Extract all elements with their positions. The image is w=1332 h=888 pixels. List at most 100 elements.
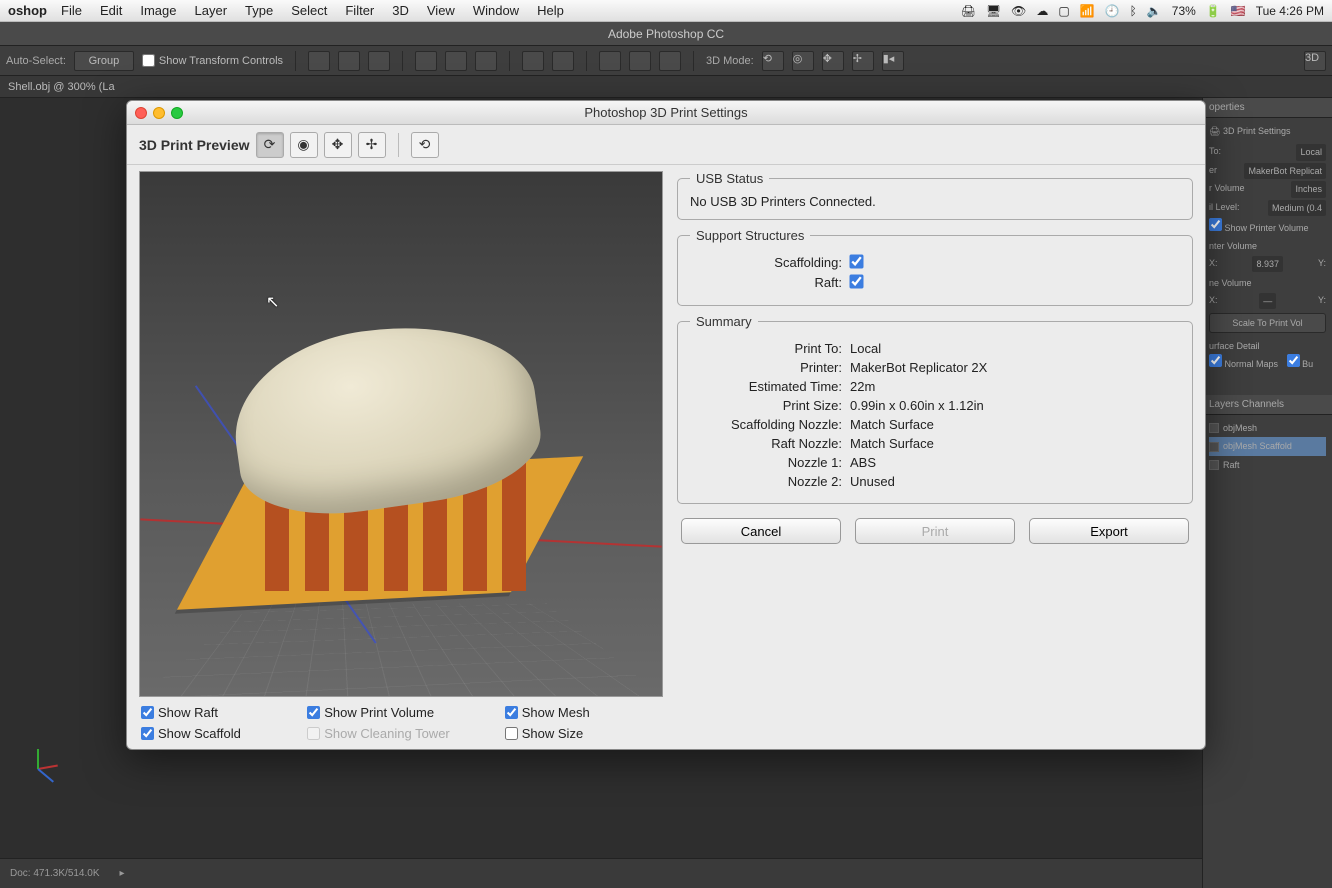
- show-print-volume-checkbox[interactable]: Show Print Volume: [307, 705, 495, 720]
- menu-layer[interactable]: Layer: [195, 3, 228, 18]
- layers-tab[interactable]: Layers Channels: [1203, 395, 1332, 415]
- distribute-btn-3[interactable]: [599, 51, 621, 71]
- menu-file[interactable]: File: [61, 3, 82, 18]
- dialog-title: Photoshop 3D Print Settings: [127, 105, 1205, 120]
- raft-label: Raft:: [690, 275, 850, 291]
- layer-row[interactable]: objMesh Scaffold: [1209, 437, 1326, 455]
- mac-menubar: oshop File Edit Image Layer Type Select …: [0, 0, 1332, 22]
- bump-checkbox[interactable]: Bu: [1287, 359, 1314, 369]
- distribute-btn-5[interactable]: [659, 51, 681, 71]
- menu-help[interactable]: Help: [537, 3, 564, 18]
- battery-pct: 73%: [1172, 4, 1196, 18]
- roll-tool-icon[interactable]: ◉: [290, 132, 318, 158]
- summary-key: Print Size:: [690, 398, 850, 413]
- summary-group: Summary Print To:LocalPrinter:MakerBot R…: [677, 314, 1193, 504]
- show-mesh-checkbox[interactable]: Show Mesh: [505, 705, 661, 720]
- scene-volume-label: ne Volume: [1209, 276, 1326, 290]
- x2-value[interactable]: —: [1259, 293, 1276, 309]
- 3d-orbit-icon[interactable]: ⟲: [762, 51, 784, 71]
- 3d-slide-icon[interactable]: ✢: [852, 51, 874, 71]
- x-label: X:: [1209, 256, 1218, 272]
- menu-type[interactable]: Type: [245, 3, 273, 18]
- show-raft-checkbox[interactable]: Show Raft: [141, 705, 297, 720]
- reset-view-icon[interactable]: ⟲: [411, 132, 439, 158]
- orbit-tool-icon[interactable]: ⟳: [256, 132, 284, 158]
- 3d-zoom-icon[interactable]: ▮◂: [882, 51, 904, 71]
- flag-icon[interactable]: 🇺🇸: [1231, 4, 1246, 18]
- clock[interactable]: Tue 4:26 PM: [1256, 4, 1324, 18]
- layer-row[interactable]: Raft: [1209, 456, 1326, 474]
- pan-tool-icon[interactable]: ✥: [324, 132, 352, 158]
- align-btn-2[interactable]: [338, 51, 360, 71]
- properties-tab[interactable]: operties: [1203, 98, 1332, 118]
- menu-select[interactable]: Select: [291, 3, 327, 18]
- menu-edit[interactable]: Edit: [100, 3, 122, 18]
- volume-value[interactable]: Inches: [1291, 181, 1326, 197]
- 3d-preview-viewport[interactable]: ↖: [139, 171, 663, 697]
- menu-3d[interactable]: 3D: [392, 3, 409, 18]
- distribute-btn-4[interactable]: [629, 51, 651, 71]
- raft-checkbox[interactable]: [849, 274, 863, 288]
- eye-icon[interactable]: 👁: [1011, 4, 1026, 18]
- distribute-btn-1[interactable]: [522, 51, 544, 71]
- printer-value[interactable]: MakerBot Replicat: [1244, 163, 1326, 179]
- export-button[interactable]: Export: [1029, 518, 1189, 544]
- summary-key: Scaffolding Nozzle:: [690, 417, 850, 432]
- show-transform-checkbox[interactable]: Show Transform Controls: [142, 54, 283, 67]
- visibility-icon[interactable]: [1209, 423, 1219, 433]
- printer-icon[interactable]: 🖨: [961, 4, 976, 18]
- normal-maps-checkbox[interactable]: Normal Maps: [1209, 359, 1278, 369]
- slide-tool-icon[interactable]: ✢: [358, 132, 386, 158]
- scaffolding-checkbox[interactable]: [849, 254, 863, 268]
- show-scaffold-checkbox[interactable]: Show Scaffold: [141, 726, 297, 741]
- volume-icon[interactable]: 🔈: [1147, 4, 1162, 18]
- sync-icon[interactable]: ☁: [1036, 4, 1048, 18]
- align-btn-6[interactable]: [475, 51, 497, 71]
- menu-window[interactable]: Window: [473, 3, 519, 18]
- summary-legend: Summary: [690, 314, 758, 329]
- align-btn-4[interactable]: [415, 51, 437, 71]
- cancel-button[interactable]: Cancel: [681, 518, 841, 544]
- summary-key: Nozzle 1:: [690, 455, 850, 470]
- layer-row[interactable]: objMesh: [1209, 419, 1326, 437]
- print-to-value[interactable]: Local: [1296, 144, 1326, 160]
- summary-value: Match Surface: [850, 417, 1180, 432]
- timemachine-icon[interactable]: 🕘: [1105, 4, 1120, 18]
- close-icon[interactable]: [135, 107, 147, 119]
- summary-value: Local: [850, 341, 1180, 356]
- visibility-icon[interactable]: [1209, 460, 1219, 470]
- airplay-icon[interactable]: ▢: [1058, 4, 1069, 18]
- 3d-pan-icon[interactable]: ✥: [822, 51, 844, 71]
- distribute-btn-2[interactable]: [552, 51, 574, 71]
- summary-key: Print To:: [690, 341, 850, 356]
- menu-filter[interactable]: Filter: [345, 3, 374, 18]
- summary-value: Unused: [850, 474, 1180, 489]
- 3d-badge[interactable]: 3D: [1304, 51, 1326, 71]
- minimize-icon[interactable]: [153, 107, 165, 119]
- status-arrow-icon[interactable]: ▸: [120, 868, 125, 879]
- align-btn-5[interactable]: [445, 51, 467, 71]
- grid-floor: [140, 603, 662, 696]
- visibility-icon[interactable]: [1209, 442, 1219, 452]
- battery-icon[interactable]: 🔋: [1206, 4, 1221, 18]
- display-icon[interactable]: 🖥: [986, 4, 1001, 18]
- dialog-titlebar[interactable]: Photoshop 3D Print Settings: [127, 101, 1205, 125]
- menu-image[interactable]: Image: [140, 3, 176, 18]
- bluetooth-icon[interactable]: ᛒ: [1130, 4, 1137, 18]
- show-printer-volume-checkbox[interactable]: Show Printer Volume: [1209, 223, 1309, 233]
- x-value[interactable]: 8.937: [1252, 256, 1283, 272]
- align-btn-1[interactable]: [308, 51, 330, 71]
- auto-select-dropdown[interactable]: Group: [74, 51, 134, 71]
- detail-level-value[interactable]: Medium (0.4: [1268, 200, 1326, 216]
- print-to-label: To:: [1209, 144, 1221, 160]
- print-button[interactable]: Print: [855, 518, 1015, 544]
- align-btn-3[interactable]: [368, 51, 390, 71]
- scale-to-print-button[interactable]: Scale To Print Vol: [1209, 313, 1326, 333]
- wifi-icon[interactable]: 📶: [1080, 4, 1095, 18]
- menu-view[interactable]: View: [427, 3, 455, 18]
- document-tab[interactable]: Shell.obj @ 300% (La: [0, 76, 1332, 98]
- 3d-roll-icon[interactable]: ◎: [792, 51, 814, 71]
- zoom-icon[interactable]: [171, 107, 183, 119]
- show-size-checkbox[interactable]: Show Size: [505, 726, 661, 741]
- summary-value: Match Surface: [850, 436, 1180, 451]
